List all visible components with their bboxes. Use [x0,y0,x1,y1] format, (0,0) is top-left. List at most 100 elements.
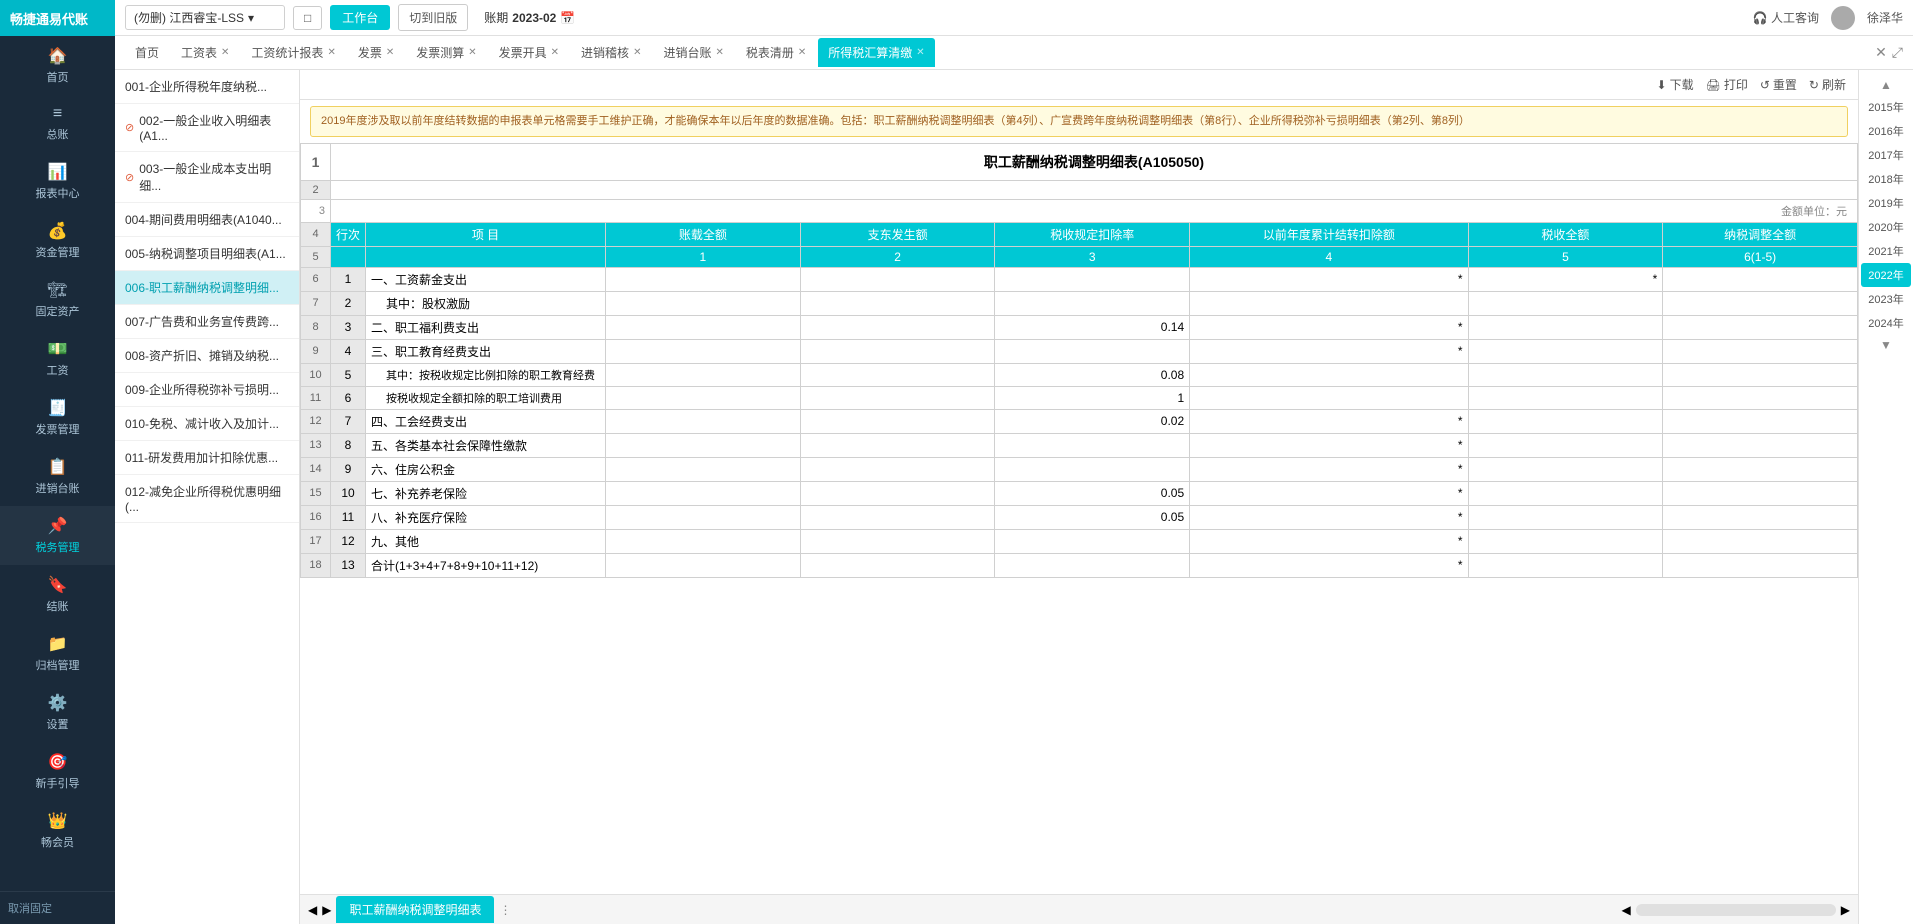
table-row: 6 1 一、工资薪金支出 * * [301,267,1858,291]
header-row: 4 行次 项 目 账载全额 支东发生额 税收规定扣除率 以前年度累计结转扣除额 … [301,222,1858,246]
company-selector[interactable]: (勿删) 江西睿宝-LSS ▾ [125,5,285,30]
horizontal-scrollbar[interactable] [1636,904,1836,916]
sidebar-item-reports[interactable]: 📊 报表中心 [0,152,115,211]
tab-invoice-calc[interactable]: 发票测算✕ [406,38,486,67]
list-item-012[interactable]: 012-减免企业所得税优惠明细(... [115,475,299,523]
year-2020[interactable]: 2020年 [1861,215,1911,239]
year-panel: ▲ 2015年 2016年 2017年 2018年 2019年 2020年 20… [1858,70,1913,924]
sidebar-item-tax[interactable]: 📌 税务管理 [0,506,115,565]
table-row: 13 8 五、各类基本社会保障性缴款 * [301,433,1858,457]
reset-button[interactable]: ↺ 重置 [1760,76,1797,93]
list-item-002[interactable]: ⊘ 002-一般企业收入明细表(A1... [115,104,299,152]
sidebar-item-member[interactable]: 👑 畅会员 [0,801,115,860]
bottom-tab-salary[interactable]: 职工薪酬纳税调整明细表 [336,896,494,923]
list-item-007[interactable]: 007-广告费和业务宣传费跨... [115,305,299,339]
sheet-container[interactable]: 1 职工薪酬纳税调整明细表(A105050) 2 3 金额单位：元 [300,143,1858,895]
list-item-006[interactable]: 006-职工薪酬纳税调整明细... [115,271,299,305]
sidebar-item-archive[interactable]: 📁 归档管理 [0,624,115,683]
tab-salary-stats[interactable]: 工资统计报表✕ [241,38,345,67]
tab-close-purchase-verify[interactable]: ✕ [633,47,641,58]
list-panel: 001-企业所得税年度纳税... ⊘ 002-一般企业收入明细表(A1... ⊘… [115,70,300,924]
tab-close-purchase-ledger[interactable]: ✕ [715,47,723,58]
year-2016[interactable]: 2016年 [1861,119,1911,143]
year-scroll-up-button[interactable]: ▲ [1872,75,1900,95]
tab-invoice-open[interactable]: 发票开具✕ [489,38,569,67]
sidebar-item-home[interactable]: 🏠 首页 [0,36,115,95]
title-row: 1 职工薪酬纳税调整明细表(A105050) [301,143,1858,180]
year-2022[interactable]: 2022年 [1861,263,1911,287]
list-item-009[interactable]: 009-企业所得税弥补亏损明... [115,373,299,407]
tab-close-tax-clearance[interactable]: ✕ [798,47,806,58]
chart-icon: ≡ [53,105,62,123]
tab-purchase-verify[interactable]: 进销稽核✕ [571,38,651,67]
year-2018[interactable]: 2018年 [1861,167,1911,191]
support-button[interactable]: 🎧 人工客询 [1753,9,1819,26]
list-item-011[interactable]: 011-研发费用加计扣除优惠... [115,441,299,475]
period-label: 账期 2023-02 📅 [484,9,575,26]
sidebar-item-invoice[interactable]: 🧾 发票管理 [0,388,115,447]
tab-income-tax[interactable]: 所得税汇算清缴✕ [818,38,934,67]
sidebar-item-settings[interactable]: ⚙️ 设置 [0,683,115,742]
list-item-008[interactable]: 008-资产折旧、摊销及纳税... [115,339,299,373]
table-row: 9 4 三、职工教育经费支出 * [301,339,1858,363]
scroll-right-button[interactable]: ▶ [322,903,331,917]
tab-purchase-ledger[interactable]: 进销台账✕ [653,38,733,67]
scroll-bar-left-icon[interactable]: ◀ [1622,903,1631,917]
sidebar-item-salary[interactable]: 💵 工资 [0,329,115,388]
sidebar-item-fixed-assets[interactable]: 🏗 固定资产 [0,270,115,329]
year-2024[interactable]: 2024年 [1861,311,1911,335]
table-row: 16 11 八、补充医疗保险 0.05 * [301,505,1858,529]
tab-close-invoice-open[interactable]: ✕ [551,47,559,58]
tab-invoice[interactable]: 发票✕ [348,38,404,67]
sidebar: 畅捷通易代账 🏠 首页 ≡ 总账 📊 报表中心 💰 资金管理 🏗 固定资产 💵 … [0,0,115,924]
close-all-tabs-button[interactable]: ✕ [1875,44,1887,61]
list-item-005[interactable]: 005-纳税调整项目明细表(A1... [115,237,299,271]
download-button[interactable]: ⬇ 下载 [1657,76,1694,93]
list-item-001[interactable]: 001-企业所得税年度纳税... [115,70,299,104]
sidebar-item-general-ledger[interactable]: ≡ 总账 [0,95,115,152]
row-2: 2 [301,180,1858,199]
sidebar-item-newbie[interactable]: 🎯 新手引导 [0,742,115,801]
year-2015[interactable]: 2015年 [1861,95,1911,119]
workspace-button[interactable]: 工作台 [330,5,390,30]
list-item-003[interactable]: ⊘ 003-一般企业成本支出明细... [115,152,299,203]
list-item-004[interactable]: 004-期间费用明细表(A1040... [115,203,299,237]
year-2023[interactable]: 2023年 [1861,287,1911,311]
tab-home[interactable]: 首页 [125,38,169,67]
tab-salary-table[interactable]: 工资表✕ [171,38,239,67]
year-2019[interactable]: 2019年 [1861,191,1911,215]
reset-icon: ↺ [1760,78,1770,92]
back-old-button[interactable]: 切到旧版 [398,4,468,31]
sidebar-item-sales[interactable]: 📋 进销台账 [0,447,115,506]
period-calendar-icon[interactable]: 📅 [560,11,575,25]
salary-icon: 💵 [48,339,68,359]
unpin-button[interactable]: 取消固定 [0,891,115,924]
sheet-options-icon[interactable]: ⋮ [499,903,511,917]
year-2017[interactable]: 2017年 [1861,143,1911,167]
year-scroll-down-button[interactable]: ▼ [1872,335,1900,355]
scroll-left-button[interactable]: ◀ [308,903,317,917]
refresh-button[interactable]: ↻ 刷新 [1809,76,1846,93]
user-name[interactable]: 徐泽华 [1867,9,1903,26]
copy-period-button[interactable]: □ [293,6,322,30]
invoice-icon: 🧾 [48,398,68,418]
sidebar-item-settlement[interactable]: 🔖 结账 [0,565,115,624]
sales-icon: 📋 [48,457,68,477]
error-icon-003: ⊘ [125,171,134,184]
scroll-bar-right-icon[interactable]: ▶ [1841,903,1850,917]
fixed-assets-icon: 🏗 [47,280,67,300]
table-row: 12 7 四、工会经费支出 0.02 * [301,409,1858,433]
expand-tabs-button[interactable]: ⤢ [1892,44,1903,61]
list-item-010[interactable]: 010-免税、减计收入及加计... [115,407,299,441]
year-2021[interactable]: 2021年 [1861,239,1911,263]
print-button[interactable]: 🖨 打印 [1706,76,1748,93]
tab-close-salary-table[interactable]: ✕ [221,47,229,58]
app-logo: 畅捷通易代账 [0,0,115,36]
tab-close-income-tax[interactable]: ✕ [916,47,924,58]
tab-close-invoice[interactable]: ✕ [386,47,394,58]
sidebar-item-assets[interactable]: 💰 资金管理 [0,211,115,270]
tab-close-invoice-calc[interactable]: ✕ [468,47,476,58]
settlement-icon: 🔖 [48,575,68,595]
tab-tax-clearance[interactable]: 税表清册✕ [736,38,816,67]
tab-close-salary-stats[interactable]: ✕ [327,47,335,58]
